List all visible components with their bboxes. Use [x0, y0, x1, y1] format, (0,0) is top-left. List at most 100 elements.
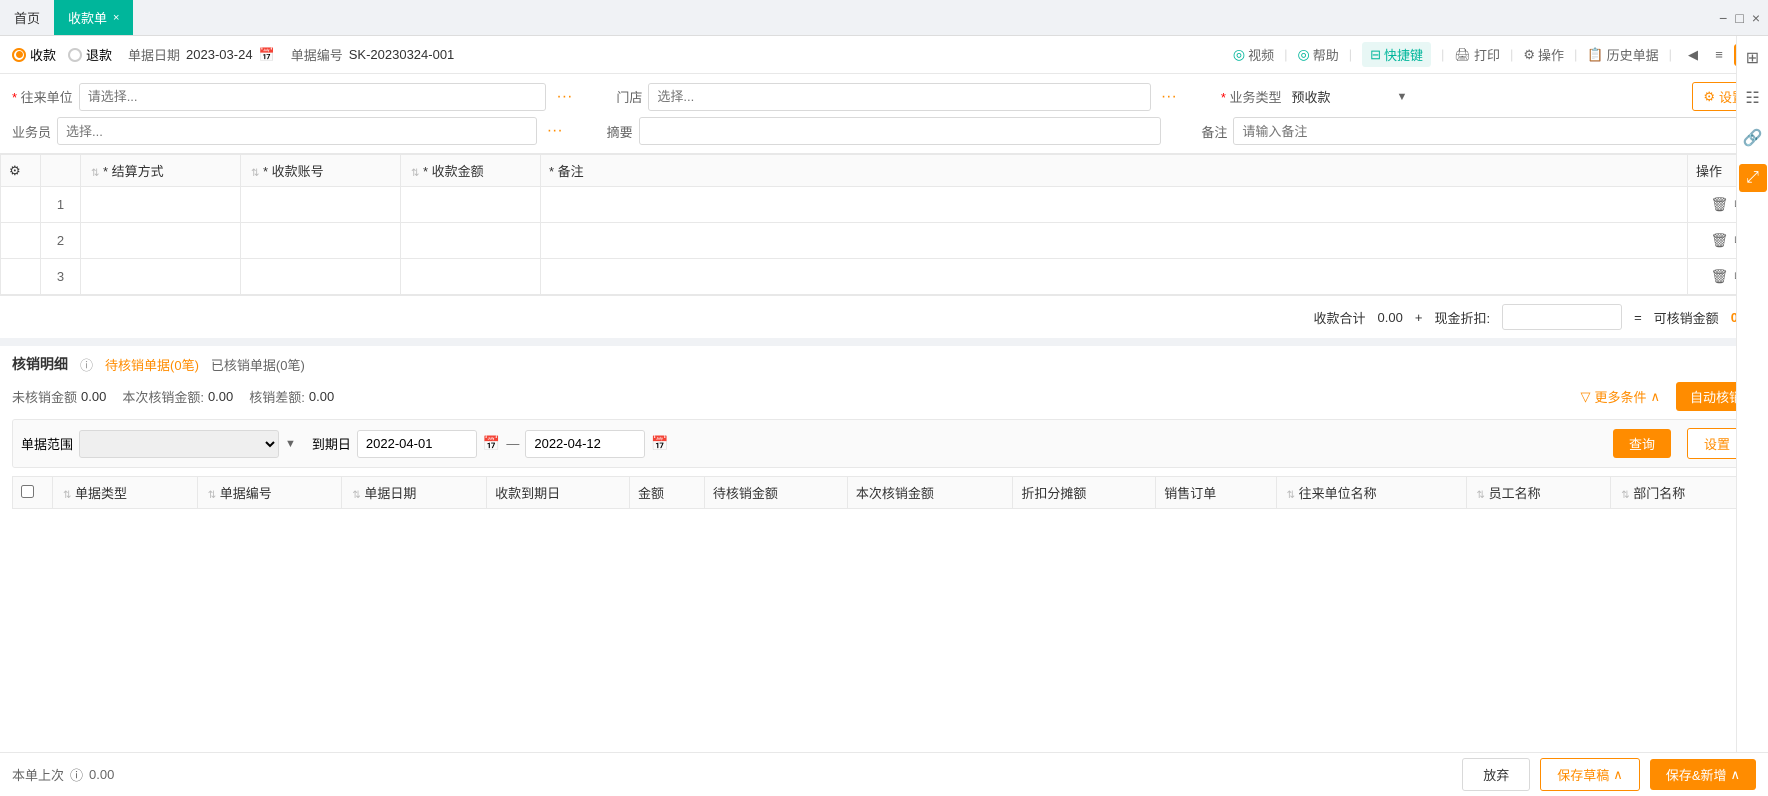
radio-receipt[interactable]: 收款 — [12, 45, 56, 64]
col-account-header: ⇅ * 收款账号 — [241, 155, 401, 187]
footer-left: 本单上次 ⓘ 0.00 — [12, 765, 114, 784]
toolbar-actions: ◎ 视频 | ◎ 帮助 | ⊟ 快捷键 | 🖨 打印 | ⚙ 操作 — [1233, 42, 1756, 67]
close-btn[interactable]: × — [1752, 10, 1760, 26]
col-settings-header[interactable]: ⚙ — [1, 155, 41, 187]
sidebar-icon-list[interactable]: ☷ — [1739, 84, 1767, 112]
radio-receipt-circle — [12, 48, 26, 62]
receipt-type-group: 收款 退款 — [12, 45, 112, 64]
settings-icon: ⚙ — [1703, 89, 1715, 105]
history-icon: 📋 — [1587, 47, 1603, 63]
discount-input[interactable] — [1502, 304, 1622, 330]
sidebar-icon-expand[interactable]: ⤢ — [1739, 164, 1767, 192]
summary-input[interactable] — [639, 117, 1162, 145]
tab-home[interactable]: 首页 — [0, 0, 54, 35]
help-btn[interactable]: ◎ 帮助 — [1297, 45, 1338, 64]
remark-input[interactable] — [1233, 117, 1756, 145]
radio-refund[interactable]: 退款 — [68, 45, 112, 64]
biz-type-arrow[interactable]: ▼ — [1397, 91, 1408, 103]
col-due-header: 收款到期日 — [487, 477, 630, 509]
draft-btn[interactable]: 保存草稿 ∧ — [1540, 758, 1640, 791]
tab-close-icon[interactable]: × — [113, 12, 119, 24]
total-label: 收款合计 — [1314, 308, 1366, 327]
tab-done[interactable]: 已核销单据(0笔) — [211, 355, 305, 374]
sidebar-icon-table[interactable]: ⊞ — [1739, 44, 1767, 72]
sidebar-icon-link[interactable]: 🔗 — [1739, 124, 1767, 152]
select-all-checkbox[interactable] — [21, 485, 34, 498]
bottom-table: ⇅ 单据类型 ⇅ 单据编号 ⇅ 单据日期 收款到期日 金 — [12, 476, 1756, 509]
radio-refund-circle — [68, 48, 82, 62]
store-input[interactable] — [648, 83, 1150, 111]
minimize-btn[interactable]: − — [1719, 10, 1727, 26]
account-2[interactable] — [241, 223, 401, 259]
staff-input[interactable] — [57, 117, 537, 145]
operation-btn[interactable]: ⚙ 操作 — [1523, 45, 1564, 64]
account-3[interactable] — [241, 259, 401, 295]
account-1[interactable] — [241, 187, 401, 223]
writeoff-header: 核销明细 ⓘ 待核销单据(0笔) 已核销单据(0笔) — [12, 354, 1756, 374]
delete-row-1-btn[interactable]: 🗑 — [1711, 196, 1729, 213]
biz-type-label: 业务类型 — [1221, 87, 1282, 106]
delete-row-3-btn[interactable]: 🗑 — [1711, 268, 1729, 285]
summary-row: 收款合计 0.00 + 现金折扣: = 可核销金额 0.00 — [0, 295, 1768, 338]
col-amount-header: 金额 — [629, 477, 704, 509]
save-btn[interactable]: 保存&新增 ∧ — [1650, 759, 1756, 790]
history-btn[interactable]: 📋 历史单据 — [1587, 45, 1658, 64]
biz-type-field: 业务类型 预收款 ▼ — [1221, 87, 1673, 106]
col-date-header: ⇅ 单据日期 — [342, 477, 487, 509]
maximize-btn[interactable]: □ — [1735, 10, 1743, 26]
partner-input[interactable] — [79, 83, 547, 111]
amount-3[interactable] — [401, 259, 541, 295]
date-to-input[interactable] — [525, 430, 645, 458]
remark-2[interactable] — [541, 223, 1688, 259]
staff-field: 业务员 ··· — [12, 117, 567, 145]
summary-field: 摘要 — [607, 117, 1162, 145]
row-settings-1 — [1, 187, 41, 223]
calendar-to-icon[interactable]: 📅 — [651, 435, 668, 452]
tab-pending[interactable]: 待核销单据(0笔) — [105, 355, 199, 374]
shortcut-btn[interactable]: ⊟ 快捷键 — [1362, 42, 1431, 67]
col-number-header: ⇅ 单据编号 — [197, 477, 342, 509]
range-select[interactable] — [79, 430, 279, 458]
store-more-btn[interactable]: ··· — [1157, 88, 1181, 106]
sort-icon: ⇅ — [91, 168, 99, 179]
col-sales-header: 销售订单 — [1156, 477, 1276, 509]
layout-icon-list[interactable]: ≡ — [1708, 44, 1730, 66]
settle-method-1[interactable] — [81, 187, 241, 223]
store-field: 门店 ··· — [616, 83, 1180, 111]
settle-method-2[interactable] — [81, 223, 241, 259]
diff-stat: 核销差额: 0.00 — [249, 387, 334, 406]
date-from-input[interactable] — [357, 430, 477, 458]
number-field: 单据编号 SK-20230324-001 — [291, 45, 455, 64]
amount-1[interactable] — [401, 187, 541, 223]
layout-icon-prev[interactable]: ◀ — [1682, 44, 1704, 66]
calendar-from-icon[interactable]: 📅 — [483, 435, 500, 452]
col-staff-header: ⇅ 员工名称 — [1466, 477, 1611, 509]
this-time-value: 0.00 — [89, 767, 114, 782]
staff-more-btn[interactable]: ··· — [543, 122, 567, 140]
video-btn[interactable]: ◎ 视频 — [1233, 45, 1274, 64]
row-num-1: 1 — [41, 187, 81, 223]
writeoff-section: 核销明细 ⓘ 待核销单据(0笔) 已核销单据(0笔) 未核销金额 0.00 本次… — [0, 338, 1768, 796]
tab-receipt[interactable]: 收款单 × — [54, 0, 133, 35]
footer-info-icon[interactable]: ⓘ — [70, 765, 83, 784]
remark-1[interactable] — [541, 187, 1688, 223]
range-field: 单据范围 ▼ — [21, 430, 296, 458]
current-stat: 本次核销金额: 0.00 — [122, 387, 233, 406]
abandon-btn[interactable]: 放弃 — [1462, 758, 1530, 791]
writeoff-info-icon[interactable]: ⓘ — [80, 355, 93, 374]
row-num-2: 2 — [41, 223, 81, 259]
amount-2[interactable] — [401, 223, 541, 259]
more-conditions-btn[interactable]: ▽ 更多条件 ∧ — [1580, 387, 1660, 406]
query-btn[interactable]: 查询 — [1613, 429, 1671, 458]
partner-more-btn[interactable]: ··· — [552, 88, 576, 106]
calendar-icon[interactable]: 📅 — [259, 47, 275, 63]
filter-icon: ▽ — [1580, 389, 1590, 405]
print-btn[interactable]: 🖨 打印 — [1454, 45, 1500, 64]
wo-stats: 未核销金额 0.00 本次核销金额: 0.00 核销差额: 0.00 ▽ 更多条… — [12, 382, 1756, 411]
partner-field: 往来单位 ··· — [12, 83, 576, 111]
settle-method-3[interactable] — [81, 259, 241, 295]
right-sidebar: ⊞ ☷ 🔗 ⤢ — [1736, 36, 1768, 752]
delete-row-2-btn[interactable]: 🗑 — [1711, 232, 1729, 249]
toolbar: 收款 退款 单据日期 2023-03-24 📅 单据编号 SK-20230324… — [0, 36, 1768, 74]
remark-3[interactable] — [541, 259, 1688, 295]
